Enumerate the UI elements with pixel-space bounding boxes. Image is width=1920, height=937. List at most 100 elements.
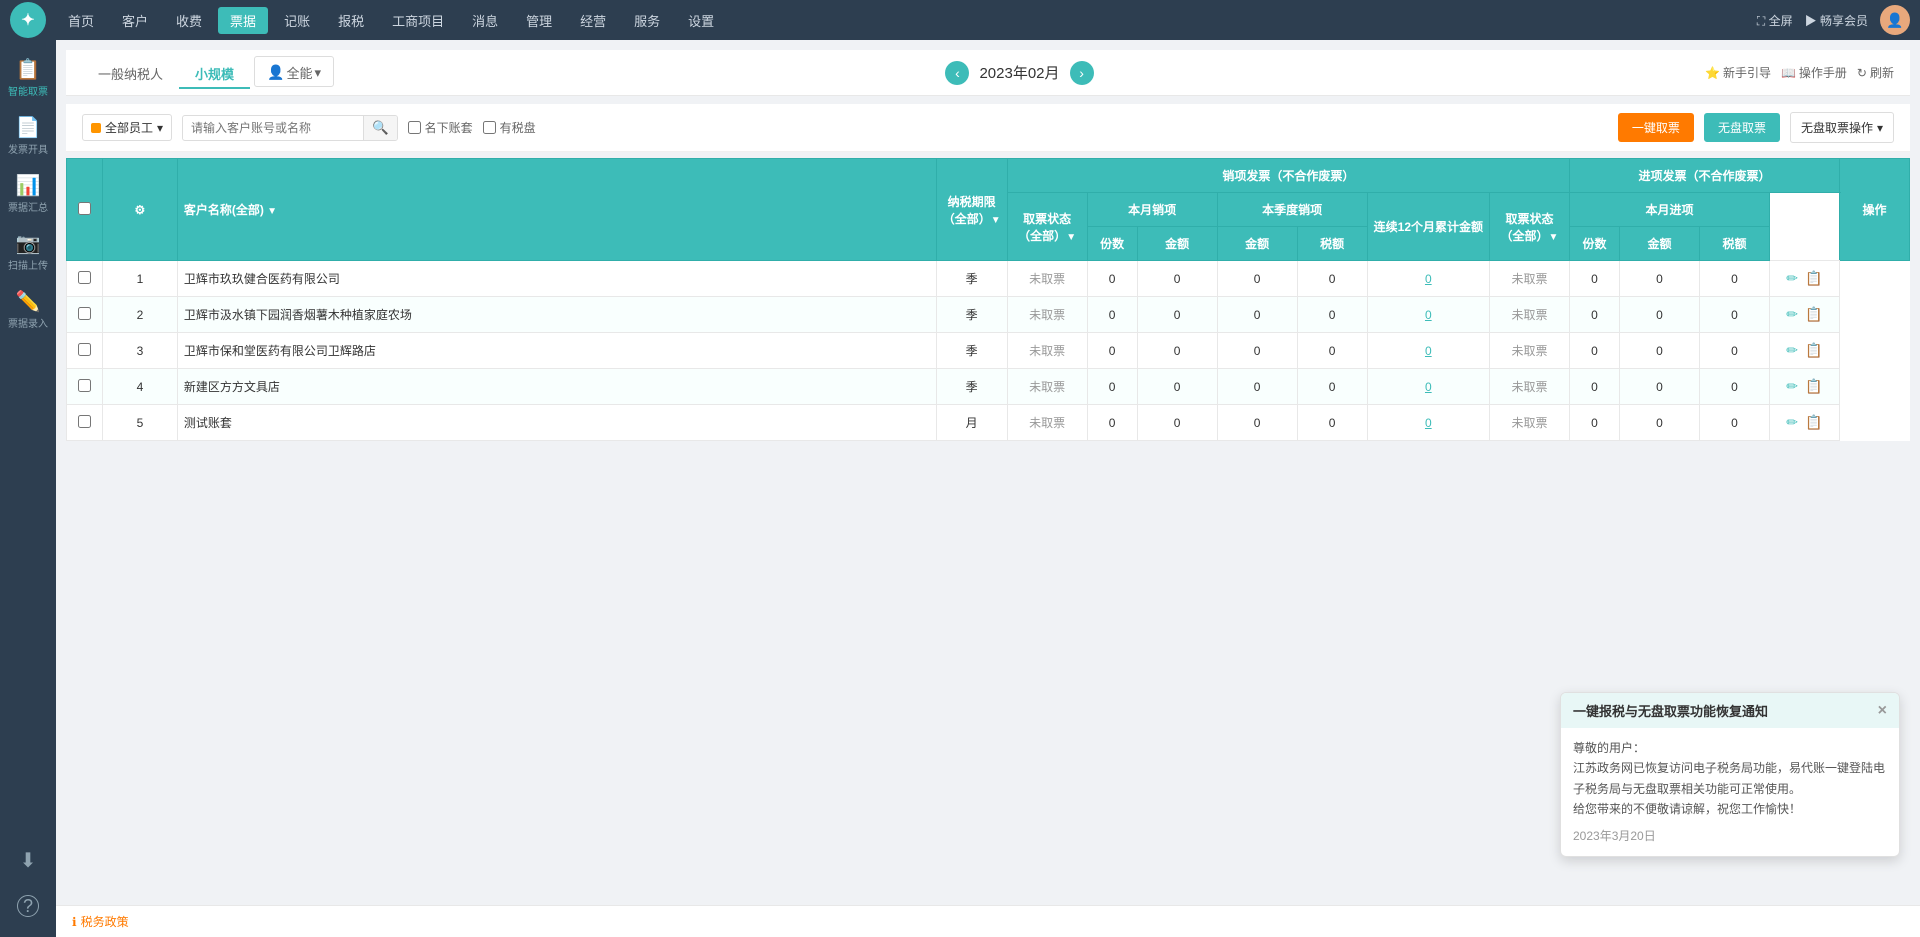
tab-all[interactable]: 👤 全能 ▾ [254,56,334,87]
nav-tax[interactable]: 报税 [326,7,376,34]
sidebar-item-invoice-open[interactable]: 📄 发票开具 [0,108,56,166]
header-tabs: 一般纳税人 小规模 👤 全能 ▾ [82,56,334,89]
row-edit-btn[interactable]: ✏ [1784,412,1800,433]
select-all-checkbox[interactable] [78,202,91,215]
nav-message[interactable]: 消息 [460,7,510,34]
th-sales-month-amount: 金额 [1137,227,1217,261]
tax-disk-checkbox[interactable] [483,121,496,134]
top-nav: ✦ 首页 客户 收费 票据 记账 报税 工商项目 消息 管理 经营 服务 设置 … [0,0,1920,40]
row-checkbox[interactable] [78,415,91,428]
row-checkbox[interactable] [78,343,91,356]
row-checkbox-cell [67,369,103,405]
nav-home[interactable]: 首页 [56,7,106,34]
fullscreen-btn[interactable]: ⛶ 全屏 [1757,12,1793,29]
nav-settings[interactable]: 设置 [676,7,726,34]
tax-policy-link[interactable]: ℹ 税务政策 [72,913,129,930]
row-view-btn[interactable]: 📋 [1803,268,1824,289]
nav-business[interactable]: 工商项目 [380,7,456,34]
tab-small-scale[interactable]: 小规模 [179,58,250,89]
sidebar-item-entry[interactable]: ✏️ 票据录入 [0,282,56,340]
nav-manage[interactable]: 管理 [514,7,564,34]
notification-line2: 江苏政务网已恢复访问电子税务局功能，易代账一键登陆电子税务局与无盘取票相关功能可… [1573,758,1887,799]
sidebar-label-scan: 扫描上传 [8,257,48,272]
table-row: 2 卫辉市汲水镇下园润香烟薯木种植家庭农场 季 未取票 0 0 0 0 0 未取… [67,297,1910,333]
th-sales-status: 取票状态（全部）▼ [1007,193,1087,261]
date-nav: ‹ 2023年02月 › [945,61,1093,85]
nav-invoice[interactable]: 票据 [218,7,268,34]
sidebar-item-summary[interactable]: 📊 票据汇总 [0,166,56,224]
row-edit-btn[interactable]: ✏ [1784,376,1800,397]
refresh-btn[interactable]: ↻ 刷新 [1857,64,1894,81]
search-input[interactable] [183,117,363,139]
sidebar-item-scan[interactable]: 📷 扫描上传 [0,224,56,282]
row-sales-month-count: 0 [1087,297,1137,333]
row-sales-month-amount: 0 [1137,261,1217,297]
nav-service[interactable]: 服务 [622,7,672,34]
row-period: 季 [936,369,1007,405]
row-view-btn[interactable]: 📋 [1803,376,1824,397]
row-view-btn[interactable]: 📋 [1803,340,1824,361]
row-checkbox[interactable] [78,271,91,284]
row-checkbox[interactable] [78,379,91,392]
row-view-btn[interactable]: 📋 [1803,412,1824,433]
notification-close-btn[interactable]: × [1878,703,1887,719]
employee-select[interactable]: 全部员工 ▾ [82,114,172,141]
prev-month-btn[interactable]: ‹ [945,61,969,85]
search-button[interactable]: 🔍 [363,116,397,140]
row-action-cell: ✏ 📋 [1770,297,1840,333]
guide-btn[interactable]: ⭐ 新手引导 [1705,64,1771,81]
row-sales-month-amount: 0 [1137,297,1217,333]
th-sales-month-count: 份数 [1087,227,1137,261]
row-customer-name: 卫辉市玖玖健合医药有限公司 [177,261,936,297]
row-view-btn[interactable]: 📋 [1803,304,1824,325]
th-action: 操作 [1840,159,1910,261]
row-num: 4 [103,369,178,405]
employee-label: 全部员工 [105,119,153,136]
row-sales-month-count: 0 [1087,405,1137,441]
notification-line3: 给您带来的不便敬请谅解，祝您工作愉快！ [1573,799,1887,819]
row-sales-month-count: 0 [1087,333,1137,369]
one-click-ticket-btn[interactable]: 一键取票 [1618,113,1694,142]
sidebar-download[interactable]: ⬇ [0,841,56,881]
vip-btn[interactable]: ▶ 畅享会员 [1805,12,1868,29]
th-period: 纳税期限（全部）▼ [936,159,1007,261]
nav-customer[interactable]: 客户 [110,7,160,34]
row-sales-status: 未取票 [1007,369,1087,405]
no-disk-ops-btn[interactable]: 无盘取票操作 ▾ [1790,112,1894,143]
nav-fee[interactable]: 收费 [164,7,214,34]
row-purchase-month-count: 0 [1570,333,1620,369]
no-disk-ticket-btn[interactable]: 无盘取票 [1704,113,1780,142]
nav-items: 首页 客户 收费 票据 记账 报税 工商项目 消息 管理 经营 服务 设置 [56,7,1757,34]
row-period: 季 [936,333,1007,369]
nav-bookkeeping[interactable]: 记账 [272,7,322,34]
row-checkbox[interactable] [78,307,91,320]
toolbar: 全部员工 ▾ 🔍 名下账套 有税盘 一键取票 无盘取票 无盘取票操作 ▾ [66,104,1910,152]
manual-btn[interactable]: 📖 操作手册 [1781,64,1847,81]
row-purchase-month-amount: 0 [1620,333,1700,369]
row-edit-btn[interactable]: ✏ [1784,268,1800,289]
table-row: 4 新建区方方文具店 季 未取票 0 0 0 0 0 未取票 0 0 0 ✏ 📋 [67,369,1910,405]
row-sales-status: 未取票 [1007,261,1087,297]
user-avatar[interactable]: 👤 [1880,5,1910,35]
row-sales-quarter-amount: 0 [1217,333,1297,369]
sidebar-label-smart-ticket: 智能取票 [8,83,48,98]
row-sales-month-amount: 0 [1137,405,1217,441]
table-row: 3 卫辉市保和堂医药有限公司卫辉路店 季 未取票 0 0 0 0 0 未取票 0… [67,333,1910,369]
row-sales-quarter-amount: 0 [1217,261,1297,297]
next-month-btn[interactable]: › [1070,61,1094,85]
sidebar-label-summary: 票据汇总 [8,199,48,214]
tax-disk-checkbox-label[interactable]: 有税盘 [483,119,536,136]
row-purchase-month-tax: 0 [1700,261,1770,297]
row-edit-btn[interactable]: ✏ [1784,340,1800,361]
sub-account-checkbox[interactable] [408,121,421,134]
tab-general-taxpayer[interactable]: 一般纳税人 [82,58,179,89]
row-purchase-status: 未取票 [1490,261,1570,297]
sidebar-item-smart-ticket[interactable]: 📋 智能取票 [0,50,56,108]
scan-icon: 📷 [16,234,41,254]
download-icon: ⬇ [20,851,37,871]
nav-operation[interactable]: 经营 [568,7,618,34]
employee-dot [91,123,101,133]
sidebar-help[interactable]: ? [0,885,56,927]
sub-account-checkbox-label[interactable]: 名下账套 [408,119,473,136]
row-edit-btn[interactable]: ✏ [1784,304,1800,325]
